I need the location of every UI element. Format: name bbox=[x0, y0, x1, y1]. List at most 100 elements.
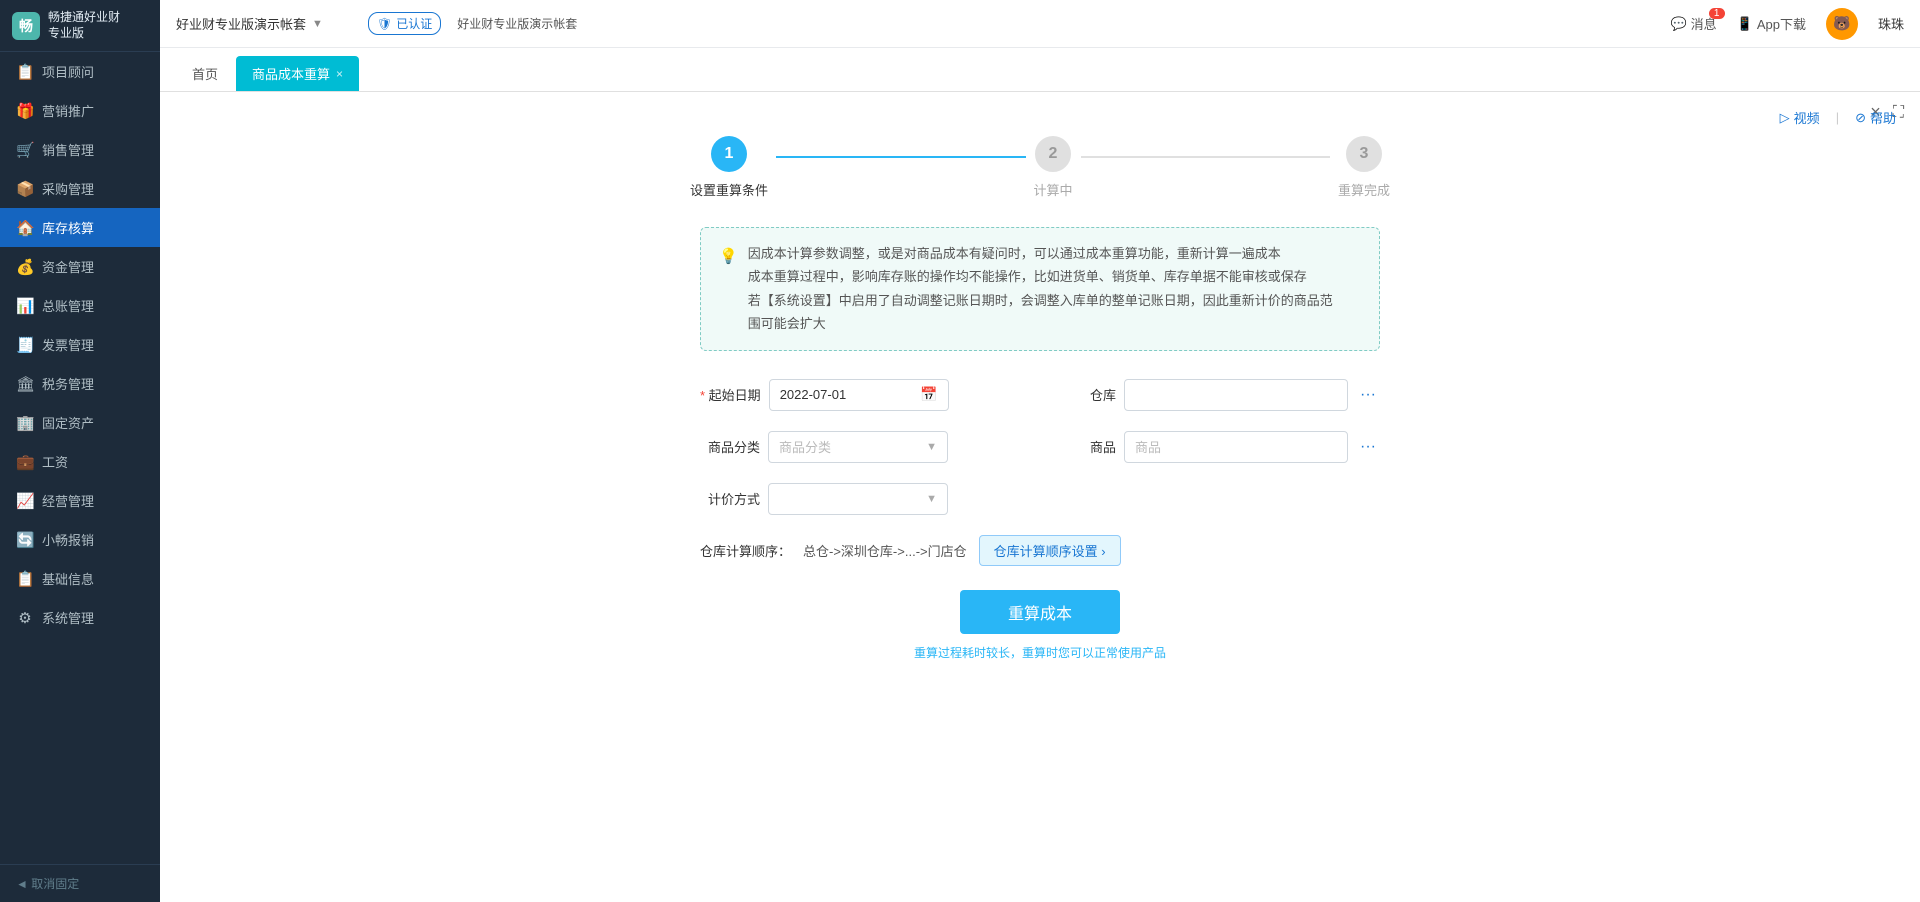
info-icon: 💡 bbox=[719, 243, 738, 336]
submit-hint: 重算过程耗时较长，重算时您可以正常使用产品 bbox=[914, 644, 1166, 661]
system-icon: ⚙ bbox=[16, 609, 34, 627]
start-date-label: * 起始日期 bbox=[700, 385, 761, 404]
calc-order-row: 仓库计算顺序： 总仓->深圳仓库->...->门店仓 仓库计算顺序设置 › bbox=[700, 535, 1380, 566]
price-method-label: 计价方式 bbox=[700, 489, 760, 508]
sidebar-item-marketing[interactable]: 🎁营销推广 bbox=[0, 91, 160, 130]
operation-icon: 📈 bbox=[16, 492, 34, 510]
step-1-label: 设置重算条件 bbox=[690, 180, 768, 199]
play-icon: ▷ bbox=[1780, 110, 1790, 126]
info-box: 💡 因成本计算参数调整，或是对商品成本有疑问时，可以通过成本重算功能，重新计算一… bbox=[700, 227, 1380, 351]
message-badge: 1 bbox=[1709, 8, 1725, 19]
help-icon: ⊘ bbox=[1855, 110, 1866, 126]
sidebar-item-salary[interactable]: 💼工资 bbox=[0, 442, 160, 481]
step-1: 1 设置重算条件 bbox=[690, 136, 768, 199]
sidebar-nav: 📋项目顾问🎁营销推广🛒销售管理📦采购管理🏠库存核算💰资金管理📊总账管理🧾发票管理… bbox=[0, 52, 160, 864]
sidebar-item-project[interactable]: 📋项目顾问 bbox=[0, 52, 160, 91]
sidebar-item-inventory[interactable]: 🏠库存核算 bbox=[0, 208, 160, 247]
sidebar-item-invoice[interactable]: 🧾发票管理 bbox=[0, 325, 160, 364]
finance-icon: 💰 bbox=[16, 258, 34, 276]
video-button[interactable]: ▷ 视频 bbox=[1780, 108, 1820, 127]
category-group: 商品分类 商品分类 ▼ bbox=[700, 431, 1024, 463]
goods-more-icon[interactable]: ··· bbox=[1356, 434, 1380, 460]
sidebar-item-operation[interactable]: 📈经营管理 bbox=[0, 481, 160, 520]
sidebar-item-finance[interactable]: 💰资金管理 bbox=[0, 247, 160, 286]
sidebar-item-basic[interactable]: 📋基础信息 bbox=[0, 559, 160, 598]
steps-indicator: 1 设置重算条件 2 计算中 3 重算完成 bbox=[690, 136, 1390, 199]
step-2-circle: 2 bbox=[1035, 136, 1071, 172]
step-1-circle: 1 bbox=[711, 136, 747, 172]
account-name: 好业财专业版演示帐套 bbox=[176, 14, 306, 33]
calc-order-settings-button[interactable]: 仓库计算顺序设置 › bbox=[979, 535, 1121, 566]
form-area: * 起始日期 2022-07-01 📅 仓库 ··· 商品分类 bbox=[700, 379, 1380, 661]
tab-cost-recalc[interactable]: 商品成本重算 × bbox=[236, 56, 359, 91]
goods-input[interactable]: 商品 bbox=[1124, 431, 1348, 463]
info-text: 因成本计算参数调整，或是对商品成本有疑问时，可以通过成本重算功能，重新计算一遍成… bbox=[748, 242, 1333, 336]
sidebar-item-accounting[interactable]: 📊总账管理 bbox=[0, 286, 160, 325]
logo-text: 畅捷通好业财 专业版 bbox=[48, 10, 120, 41]
warehouse-more-icon[interactable]: ··· bbox=[1356, 382, 1380, 408]
submit-area: 重算成本 重算过程耗时较长，重算时您可以正常使用产品 bbox=[700, 590, 1380, 661]
category-label: 商品分类 bbox=[700, 437, 760, 456]
verified-account-name: 好业财专业版演示帐套 bbox=[457, 15, 577, 32]
content-actions: ▷ 视频 | ⊘ 帮助 bbox=[1780, 108, 1896, 127]
warehouse-input[interactable] bbox=[1124, 379, 1348, 411]
assets-icon: 🏢 bbox=[16, 414, 34, 432]
sidebar-item-system[interactable]: ⚙系统管理 bbox=[0, 598, 160, 637]
category-select[interactable]: 商品分类 ▼ bbox=[768, 431, 948, 463]
step-line-2 bbox=[1081, 156, 1330, 158]
sidebar-item-purchase[interactable]: 📦采购管理 bbox=[0, 169, 160, 208]
calc-order-value: 总仓->深圳仓库->...->门店仓 bbox=[803, 541, 967, 560]
purchase-icon: 📦 bbox=[16, 180, 34, 198]
account-selector[interactable]: 好业财专业版演示帐套 ▼ bbox=[176, 14, 356, 33]
sidebar-item-sales[interactable]: 🛒销售管理 bbox=[0, 130, 160, 169]
salary-icon: 💼 bbox=[16, 453, 34, 471]
category-chevron-icon: ▼ bbox=[926, 441, 937, 453]
price-method-chevron-icon: ▼ bbox=[926, 493, 937, 505]
main-area: 好业财专业版演示帐套 ▼ 🛡 已认证 好业财专业版演示帐套 💬 消息 1 📱 A… bbox=[160, 0, 1920, 902]
goods-label: 商品 bbox=[1056, 437, 1116, 456]
content-area: × ⛶ ▷ 视频 | ⊘ 帮助 1 设置重算条件 2 计算中 bbox=[160, 92, 1920, 902]
step-3-circle: 3 bbox=[1346, 136, 1382, 172]
basic-icon: 📋 bbox=[16, 570, 34, 588]
form-row-1: * 起始日期 2022-07-01 📅 仓库 ··· bbox=[700, 379, 1380, 411]
step-2: 2 计算中 bbox=[1034, 136, 1073, 199]
invoice-icon: 🧾 bbox=[16, 336, 34, 354]
warehouse-label: 仓库 bbox=[1056, 385, 1116, 404]
step-line-1 bbox=[776, 156, 1025, 158]
calc-order-label: 仓库计算顺序： bbox=[700, 541, 791, 560]
goods-group: 商品 商品 ··· bbox=[1056, 431, 1380, 463]
step-3: 3 重算完成 bbox=[1338, 136, 1390, 199]
start-date-input[interactable]: 2022-07-01 📅 bbox=[769, 379, 949, 411]
app-download-button[interactable]: 📱 App下载 bbox=[1737, 14, 1806, 33]
message-button[interactable]: 💬 消息 1 bbox=[1670, 14, 1716, 33]
step-2-label: 计算中 bbox=[1034, 180, 1073, 199]
user-avatar[interactable]: 🐻 bbox=[1826, 8, 1858, 40]
shield-icon: 🛡 bbox=[377, 17, 392, 31]
inventory-icon: 🏠 bbox=[16, 219, 34, 237]
expense-icon: 🔄 bbox=[16, 531, 34, 549]
sales-icon: 🛒 bbox=[16, 141, 34, 159]
phone-icon: 📱 bbox=[1737, 16, 1753, 32]
tab-home[interactable]: 首页 bbox=[176, 56, 234, 91]
tabbar: 首页 商品成本重算 × bbox=[160, 48, 1920, 92]
sidebar-item-expense[interactable]: 🔄小畅报销 bbox=[0, 520, 160, 559]
form-row-2: 商品分类 商品分类 ▼ 商品 商品 ··· bbox=[700, 431, 1380, 463]
sidebar-item-tax[interactable]: 🏛税务管理 bbox=[0, 364, 160, 403]
form-row-3: 计价方式 ▼ bbox=[700, 483, 1380, 515]
start-date-group: * 起始日期 2022-07-01 📅 bbox=[700, 379, 1024, 411]
recalculate-button[interactable]: 重算成本 bbox=[960, 590, 1120, 634]
step-3-label: 重算完成 bbox=[1338, 180, 1390, 199]
message-icon: 💬 bbox=[1670, 16, 1686, 32]
tax-icon: 🏛 bbox=[16, 375, 34, 393]
sidebar-unpin[interactable]: ◄ 取消固定 bbox=[0, 864, 160, 902]
warehouse-group: 仓库 ··· bbox=[1056, 379, 1380, 411]
accounting-icon: 📊 bbox=[16, 297, 34, 315]
account-chevron-icon: ▼ bbox=[312, 18, 323, 30]
sidebar-item-assets[interactable]: 🏢固定资产 bbox=[0, 403, 160, 442]
user-name[interactable]: 珠珠 bbox=[1878, 14, 1904, 33]
price-method-select[interactable]: ▼ bbox=[768, 483, 948, 515]
verified-badge: 🛡 已认证 bbox=[368, 12, 441, 35]
sidebar-logo: 畅 畅捷通好业财 专业版 bbox=[0, 0, 160, 52]
tab-close-icon[interactable]: × bbox=[336, 67, 343, 81]
help-button[interactable]: ⊘ 帮助 bbox=[1855, 108, 1896, 127]
